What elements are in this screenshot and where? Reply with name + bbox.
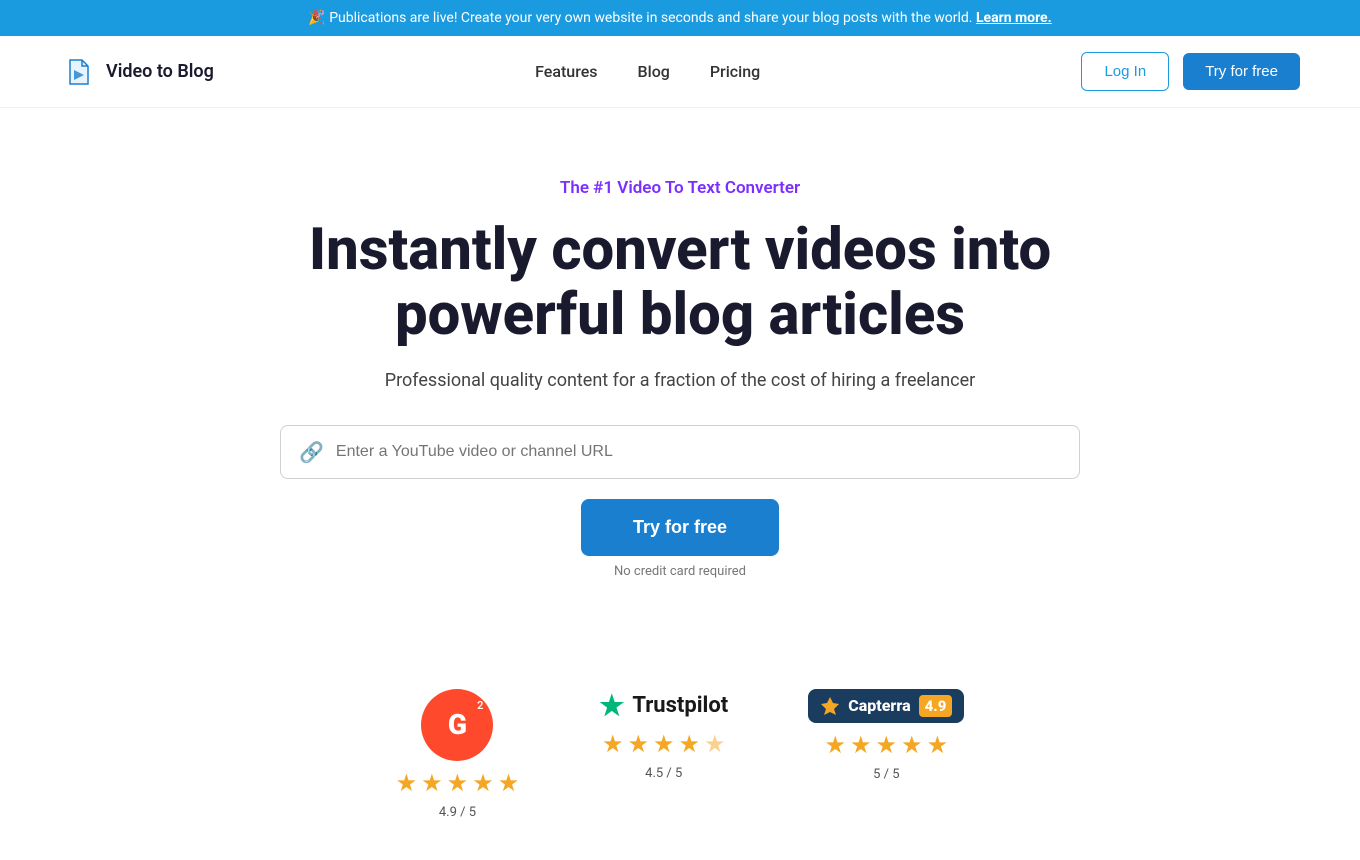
g2-stars: ★ ★ ★ ★ ★ [396, 769, 520, 797]
trustpilot-score: 4.5 / 5 [645, 766, 682, 781]
capterra-stars: ★ ★ ★ ★ ★ [825, 731, 949, 759]
link-icon: 🔗 [299, 440, 324, 464]
hero-subtitle: The #1 Video To Text Converter [270, 178, 1090, 198]
nav-actions: Log In Try for free [1081, 52, 1300, 91]
banner-text: 🎉 Publications are live! Create your ver… [308, 10, 972, 26]
trustpilot-rating: ★ Trustpilot ★ ★ ★ ★ ★ 4.5 / 5 [599, 689, 728, 781]
hero-section: The #1 Video To Text Converter Instantly… [250, 108, 1110, 629]
capterra-icon [820, 696, 840, 716]
capterra-label: Capterra [848, 696, 910, 715]
nav-try-button[interactable]: Try for free [1183, 53, 1300, 90]
capterra-score: 5 / 5 [873, 767, 899, 782]
nav-links: Features Blog Pricing [535, 62, 760, 81]
login-button[interactable]: Log In [1081, 52, 1169, 91]
capterra-rating: Capterra 4.9 ★ ★ ★ ★ ★ 5 / 5 [808, 689, 964, 782]
g2-score: 4.9 / 5 [439, 805, 476, 820]
g2-badge: G 2 [421, 689, 493, 761]
nav-features-link[interactable]: Features [535, 62, 597, 81]
url-input-wrapper: 🔗 [280, 425, 1080, 479]
try-for-free-button[interactable]: Try for free [581, 499, 779, 556]
nav-logo-text: Video to Blog [106, 61, 214, 82]
nav-blog-link[interactable]: Blog [638, 62, 670, 81]
cta-wrapper: Try for free No credit card required [270, 499, 1090, 579]
hero-title: Instantly convert videos into powerful b… [270, 218, 1090, 348]
no-credit-text: No credit card required [614, 564, 746, 579]
banner-learn-more-link[interactable]: Learn more. [976, 10, 1052, 26]
ratings-section: G 2 ★ ★ ★ ★ ★ 4.9 / 5 ★ Trustpilot ★ ★ ★… [0, 689, 1360, 860]
trustpilot-stars: ★ ★ ★ ★ ★ [602, 730, 726, 758]
logo-icon [60, 54, 96, 90]
trustpilot-star-icon: ★ [599, 689, 624, 722]
announcement-banner: 🎉 Publications are live! Create your ver… [0, 0, 1360, 36]
g2-label: G [448, 711, 467, 739]
hero-description: Professional quality content for a fract… [270, 370, 1090, 391]
capterra-score-badge: 4.9 [919, 695, 953, 717]
g2-rating: G 2 ★ ★ ★ ★ ★ 4.9 / 5 [396, 689, 520, 820]
capterra-badge: Capterra 4.9 [808, 689, 964, 723]
hero-title-line2: powerful blog articles [395, 281, 965, 349]
url-input[interactable] [336, 443, 1061, 461]
hero-title-line1: Instantly convert videos into [309, 216, 1051, 284]
trustpilot-label: Trustpilot [632, 693, 728, 718]
g2-superscript: 2 [477, 699, 483, 712]
nav-logo[interactable]: Video to Blog [60, 54, 214, 90]
navbar: Video to Blog Features Blog Pricing Log … [0, 36, 1360, 108]
trustpilot-badge: ★ Trustpilot [599, 689, 728, 722]
nav-pricing-link[interactable]: Pricing [710, 62, 760, 81]
